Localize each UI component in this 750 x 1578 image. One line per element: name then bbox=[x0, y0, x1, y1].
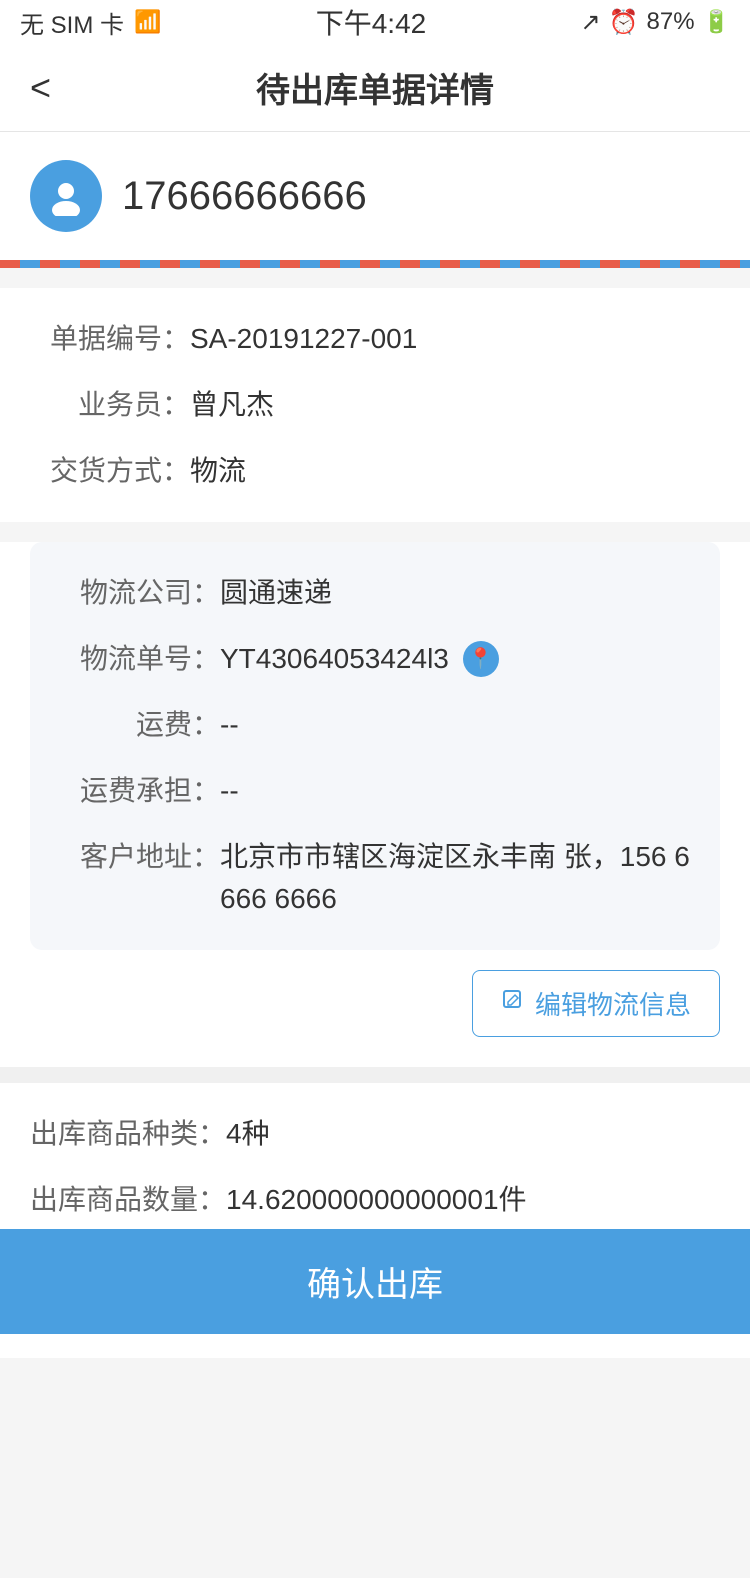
freight-value: -- bbox=[220, 704, 690, 746]
status-time: 下午4:42 bbox=[316, 2, 427, 42]
location-status-icon: ↗ bbox=[581, 8, 601, 37]
tracking-number-row: 物流单号： YT43064053424l3 📍 bbox=[60, 638, 690, 680]
goods-types-value: 4种 bbox=[226, 1113, 720, 1155]
edit-icon bbox=[501, 988, 525, 1019]
status-left: 无 SIM 卡 📶 bbox=[20, 5, 161, 40]
edit-logistics-button[interactable]: 编辑物流信息 bbox=[472, 970, 720, 1037]
battery-percent: 87% bbox=[647, 8, 695, 36]
main-content: 17666666666 单据编号： SA-20191227-001 业务员： 曾… bbox=[0, 132, 750, 1578]
track-location-icon[interactable]: 📍 bbox=[463, 641, 499, 677]
sim-status: 无 SIM 卡 bbox=[20, 5, 124, 40]
address-row: 客户地址： 北京市市辖区海淀区永丰南 张，156 6666 6666 bbox=[60, 836, 690, 920]
confirm-btn-wrapper: 确认出库 bbox=[0, 1229, 750, 1334]
goods-types-row: 出库商品种类： 4种 bbox=[30, 1113, 720, 1155]
goods-quantity-value: 14.620000000000001件 bbox=[226, 1179, 720, 1221]
logistics-company-label: 物流公司： bbox=[60, 572, 220, 614]
goods-quantity-row: 出库商品数量： 14.620000000000001件 bbox=[30, 1179, 720, 1221]
delivery-method-row: 交货方式： 物流 bbox=[30, 450, 720, 492]
address-value: 北京市市辖区海淀区永丰南 张，156 6666 6666 bbox=[220, 836, 690, 920]
alarm-icon: ⏰ bbox=[609, 8, 639, 37]
logistics-info-section: 物流公司： 圆通速递 物流单号： YT43064053424l3 📍 运费： -… bbox=[30, 542, 720, 950]
logistics-company-row: 物流公司： 圆通速递 bbox=[60, 572, 690, 614]
status-right: ↗ ⏰ 87% 🔋 bbox=[581, 8, 730, 37]
goods-quantity-label: 出库商品数量： bbox=[30, 1179, 226, 1221]
address-label: 客户地址： bbox=[60, 836, 220, 878]
goods-section: 出库商品种类： 4种 出库商品数量： 14.620000000000001件 bbox=[0, 1083, 750, 1241]
section-divider bbox=[0, 1067, 750, 1083]
tracking-number-value: YT43064053424l3 📍 bbox=[220, 638, 690, 680]
sales-person-label: 业务员： bbox=[30, 384, 190, 426]
wifi-icon: 📶 bbox=[134, 9, 161, 35]
freight-row: 运费： -- bbox=[60, 704, 690, 746]
edit-logistics-label: 编辑物流信息 bbox=[535, 985, 691, 1022]
freight-bear-value: -- bbox=[220, 770, 690, 812]
customer-header: 17666666666 bbox=[0, 132, 750, 260]
edit-btn-row: 编辑物流信息 bbox=[0, 950, 750, 1067]
logistics-company-value: 圆通速递 bbox=[220, 572, 690, 614]
confirm-button[interactable]: 确认出库 bbox=[30, 1257, 720, 1306]
stripe-divider bbox=[0, 260, 750, 268]
freight-bear-row: 运费承担： -- bbox=[60, 770, 690, 812]
order-number-label: 单据编号： bbox=[30, 318, 190, 360]
tracking-number-label: 物流单号： bbox=[60, 638, 220, 680]
avatar bbox=[30, 160, 102, 232]
page-title: 待出库单据详情 bbox=[256, 63, 494, 112]
delivery-method-label: 交货方式： bbox=[30, 450, 190, 492]
content-spacer bbox=[0, 1358, 750, 1578]
status-bar: 无 SIM 卡 📶 下午4:42 ↗ ⏰ 87% 🔋 bbox=[0, 0, 750, 44]
freight-bear-label: 运费承担： bbox=[60, 770, 220, 812]
order-number-row: 单据编号： SA-20191227-001 bbox=[30, 318, 720, 360]
battery-icon: 🔋 bbox=[703, 9, 730, 35]
goods-types-label: 出库商品种类： bbox=[30, 1113, 226, 1155]
nav-bar: < 待出库单据详情 bbox=[0, 44, 750, 132]
sales-person-row: 业务员： 曾凡杰 bbox=[30, 384, 720, 426]
back-button[interactable]: < bbox=[30, 67, 51, 109]
order-number-value: SA-20191227-001 bbox=[190, 318, 720, 360]
freight-label: 运费： bbox=[60, 704, 220, 746]
customer-phone: 17666666666 bbox=[122, 174, 367, 219]
sales-person-value: 曾凡杰 bbox=[190, 384, 720, 426]
delivery-method-value: 物流 bbox=[190, 450, 720, 492]
basic-info-section: 单据编号： SA-20191227-001 业务员： 曾凡杰 交货方式： 物流 bbox=[0, 288, 750, 522]
